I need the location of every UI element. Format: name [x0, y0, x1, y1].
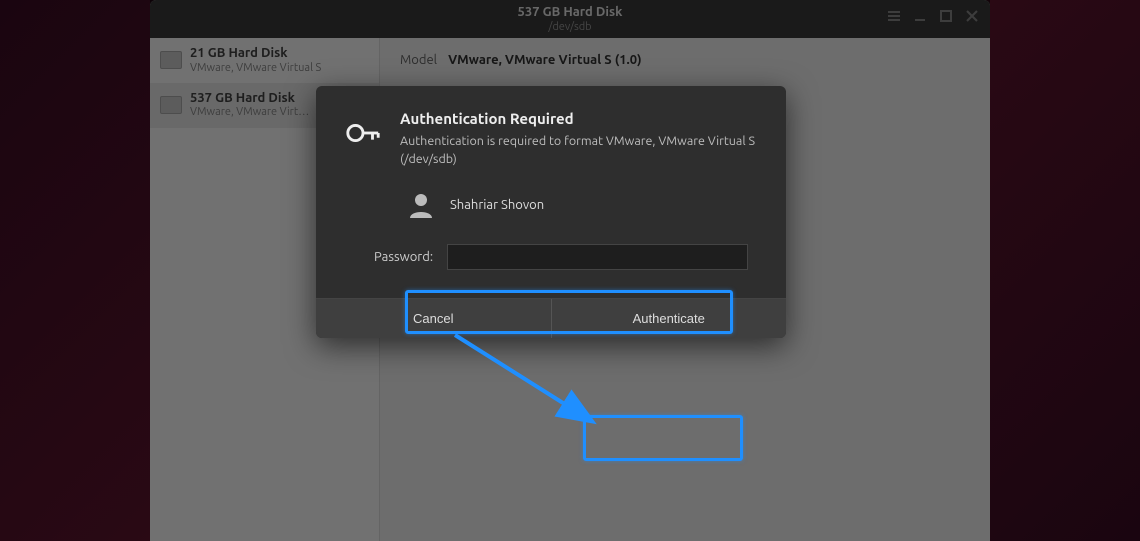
user-name: Shahriar Shovon	[450, 198, 544, 212]
cancel-button[interactable]: Cancel	[316, 299, 552, 338]
auth-text: Authentication Required Authentication i…	[400, 110, 758, 168]
password-label: Password:	[374, 250, 433, 264]
user-row: Shahriar Shovon	[406, 190, 758, 220]
auth-actions: Cancel Authenticate	[316, 298, 786, 338]
password-row: Password:	[366, 238, 758, 278]
auth-title: Authentication Required	[400, 110, 758, 127]
authenticate-button[interactable]: Authenticate	[552, 299, 787, 338]
auth-body: Authentication Required Authentication i…	[316, 86, 786, 298]
avatar-icon	[406, 190, 436, 220]
key-icon	[344, 114, 382, 152]
password-input[interactable]	[447, 244, 748, 270]
auth-header: Authentication Required Authentication i…	[344, 110, 758, 168]
authentication-dialog: Authentication Required Authentication i…	[316, 86, 786, 338]
auth-message: Authentication is required to format VMw…	[400, 133, 758, 168]
